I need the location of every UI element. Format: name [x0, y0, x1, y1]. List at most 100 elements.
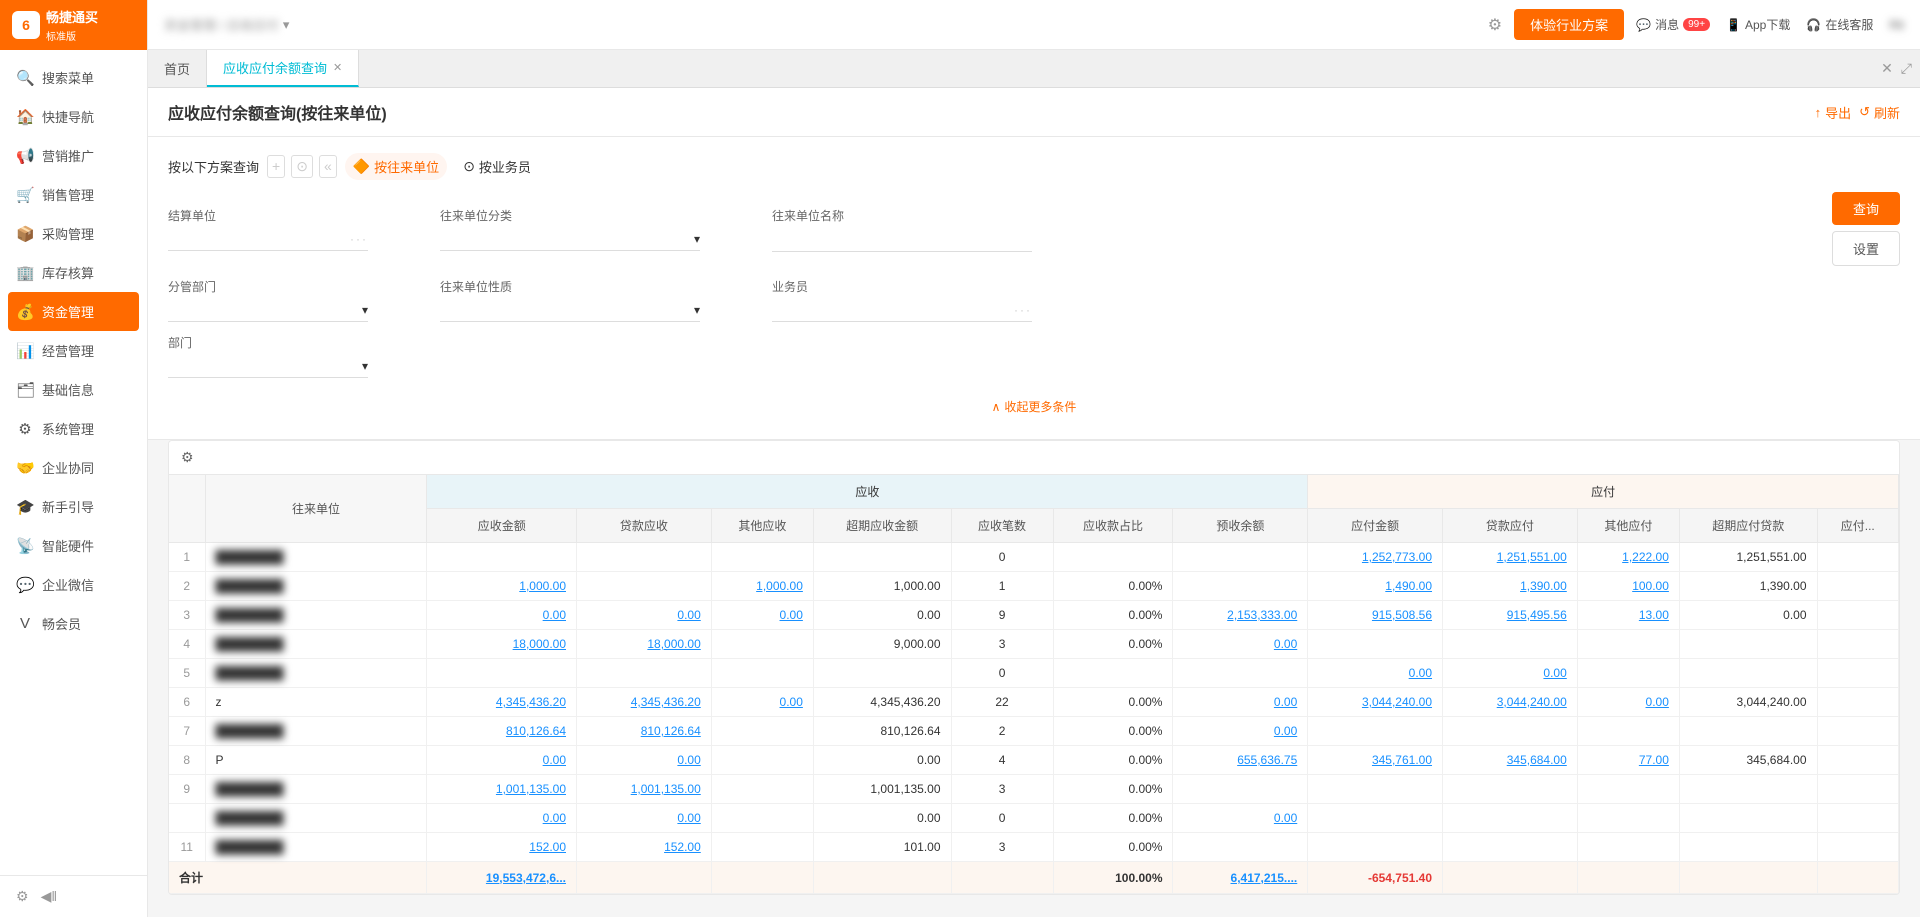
- tab-home[interactable]: 首页: [148, 50, 207, 87]
- partner-name-input[interactable]: [772, 228, 1032, 252]
- cell-link[interactable]: 1,251,551.00: [1497, 550, 1567, 564]
- export-button[interactable]: ↑ 导出: [1815, 103, 1852, 122]
- tab-expand-btn[interactable]: ⤢: [1901, 60, 1912, 77]
- cell-link[interactable]: 18,000.00: [513, 637, 566, 651]
- cell-link[interactable]: 1,390.00: [1520, 579, 1567, 593]
- dept-manager-select[interactable]: ▾: [168, 299, 368, 322]
- sidebar-item-operation[interactable]: 📊 经营管理: [0, 331, 147, 370]
- cell-link[interactable]: 4,345,436.20: [496, 695, 566, 709]
- table-row: 1 ████████ 0 1,252,773.00 1,251,551.00 1…: [169, 543, 1899, 572]
- cell-link[interactable]: 655,636.75: [1237, 753, 1297, 767]
- cell-link[interactable]: 0.00: [543, 753, 566, 767]
- cell-link[interactable]: 4,345,436.20: [631, 695, 701, 709]
- cell-link[interactable]: 1,001,135.00: [631, 782, 701, 796]
- sidebar-item-purchase[interactable]: 📦 采购管理: [0, 214, 147, 253]
- sidebar-item-wechat[interactable]: 💬 企业微信: [0, 565, 147, 604]
- dept-select[interactable]: ▾: [168, 355, 368, 378]
- cell-link[interactable]: 77.00: [1639, 753, 1669, 767]
- scheme-by-staff[interactable]: ⊙ 按业务员: [455, 153, 539, 180]
- tab-close-btn[interactable]: ✕: [1881, 60, 1893, 77]
- summary-ar-overdue: [813, 862, 951, 894]
- cell-link[interactable]: 0.00: [1409, 666, 1432, 680]
- cell-link[interactable]: 345,684.00: [1507, 753, 1567, 767]
- footer-settings-btn[interactable]: ⚙: [16, 888, 29, 905]
- cell-link[interactable]: 1,000.00: [756, 579, 803, 593]
- cell-link[interactable]: 18,000.00: [647, 637, 700, 651]
- cell-link[interactable]: 0.00: [1274, 695, 1297, 709]
- promo-button[interactable]: 体验行业方案: [1514, 9, 1624, 40]
- cell-link[interactable]: 0.00: [543, 608, 566, 622]
- cell-link[interactable]: 915,508.56: [1372, 608, 1432, 622]
- cell-link[interactable]: 0.00: [780, 695, 803, 709]
- sidebar-item-basic[interactable]: 🗂 基础信息: [0, 370, 147, 409]
- tab-arbalance-close[interactable]: ✕: [333, 61, 342, 74]
- message-action[interactable]: 💬 消息 99+: [1636, 16, 1710, 33]
- service-action[interactable]: 🎧 在线客服: [1806, 16, 1873, 33]
- cell-link[interactable]: 0.00: [1274, 724, 1297, 738]
- sidebar-item-inventory[interactable]: 🏢 库存核算: [0, 253, 147, 292]
- cell-link[interactable]: 2,153,333.00: [1227, 608, 1297, 622]
- cell-link[interactable]: 0.00: [677, 753, 700, 767]
- cell-link[interactable]: 1,001,135.00: [496, 782, 566, 796]
- cell-link[interactable]: 0.00: [1646, 695, 1669, 709]
- topbar-settings-icon[interactable]: ⚙: [1488, 15, 1502, 35]
- app-action[interactable]: 📱 App下载: [1726, 16, 1790, 33]
- setting-button[interactable]: 设置: [1832, 231, 1900, 266]
- cell-link[interactable]: 810,126.64: [641, 724, 701, 738]
- filter-collapse-btn[interactable]: ∧ 收起更多条件: [168, 390, 1900, 423]
- sidebar-item-member[interactable]: V 畅会员: [0, 604, 147, 643]
- cell-link[interactable]: 1,000.00: [519, 579, 566, 593]
- cell-link[interactable]: 345,761.00: [1372, 753, 1432, 767]
- summary-ar-prepaid[interactable]: 6,417,215....: [1173, 862, 1308, 894]
- sidebar-item-search[interactable]: 🔍 搜索菜单: [0, 58, 147, 97]
- cell-link[interactable]: 13.00: [1639, 608, 1669, 622]
- query-button[interactable]: 查询: [1832, 192, 1900, 225]
- table-settings-icon[interactable]: ⚙: [181, 449, 194, 466]
- sidebar-item-marketing[interactable]: 📢 营销推广: [0, 136, 147, 175]
- sidebar-item-corp[interactable]: 🤝 企业协同: [0, 448, 147, 487]
- cell-idx: 5: [169, 659, 205, 688]
- cell-link[interactable]: 0.00: [1543, 666, 1566, 680]
- partner-nature-select[interactable]: ▾: [440, 299, 700, 322]
- scheme-edit-btn[interactable]: ⊙: [291, 155, 313, 178]
- cell-link[interactable]: 152.00: [664, 840, 701, 854]
- cell-link[interactable]: 100.00: [1632, 579, 1669, 593]
- settlement-select[interactable]: ···: [168, 228, 368, 251]
- sidebar-item-sales[interactable]: 🛒 销售管理: [0, 175, 147, 214]
- partner-category-select[interactable]: ▾: [440, 228, 700, 251]
- cell-link[interactable]: 0.00: [1274, 637, 1297, 651]
- cell-link[interactable]: 3,044,240.00: [1497, 695, 1567, 709]
- cell-link[interactable]: 1,222.00: [1622, 550, 1669, 564]
- cell-ar-other: [711, 746, 813, 775]
- scheme-collapse-btn[interactable]: «: [319, 155, 337, 178]
- sidebar-item-quick-nav[interactable]: 🏠 快捷导航: [0, 97, 147, 136]
- col-ap-amount: 应付金额: [1308, 509, 1443, 543]
- footer-collapse-btn[interactable]: ◀‖: [41, 888, 58, 905]
- tab-arbalance[interactable]: 应收应付余额查询 ✕: [207, 50, 359, 87]
- cell-link[interactable]: 3,044,240.00: [1362, 695, 1432, 709]
- cell-link[interactable]: 0.00: [677, 608, 700, 622]
- cell-ar-loan: 1,001,135.00: [577, 775, 712, 804]
- cell-link[interactable]: 0.00: [543, 811, 566, 825]
- scheme-add-btn[interactable]: +: [267, 155, 285, 178]
- cell-link[interactable]: 915,495.56: [1507, 608, 1567, 622]
- refresh-button[interactable]: ↺ 刷新: [1859, 103, 1900, 122]
- salesperson-select[interactable]: ···: [772, 299, 1032, 322]
- cell-link[interactable]: 1,490.00: [1385, 579, 1432, 593]
- cell-link[interactable]: 0.00: [1274, 811, 1297, 825]
- sidebar-item-guide[interactable]: 🎓 新手引导: [0, 487, 147, 526]
- cell-link[interactable]: 1,252,773.00: [1362, 550, 1432, 564]
- cell-ar-loan: 18,000.00: [577, 630, 712, 659]
- sidebar-item-system[interactable]: ⚙ 系统管理: [0, 409, 147, 448]
- filter-row-3: 部门 ▾: [168, 334, 1900, 378]
- cell-link[interactable]: 0.00: [677, 811, 700, 825]
- sidebar-item-hardware[interactable]: 📡 智能硬件: [0, 526, 147, 565]
- cell-link[interactable]: 810,126.64: [506, 724, 566, 738]
- scheme-by-partner[interactable]: 🔶 按往来单位: [345, 153, 447, 180]
- cell-link[interactable]: 0.00: [780, 608, 803, 622]
- summary-ar-amount[interactable]: 19,553,472,6...: [427, 862, 577, 894]
- cell-link[interactable]: 152.00: [529, 840, 566, 854]
- cell-ap-overdue: [1679, 775, 1817, 804]
- cell-ap-loan: 1,390.00: [1443, 572, 1578, 601]
- sidebar-item-finance[interactable]: 💰 资金管理: [8, 292, 139, 331]
